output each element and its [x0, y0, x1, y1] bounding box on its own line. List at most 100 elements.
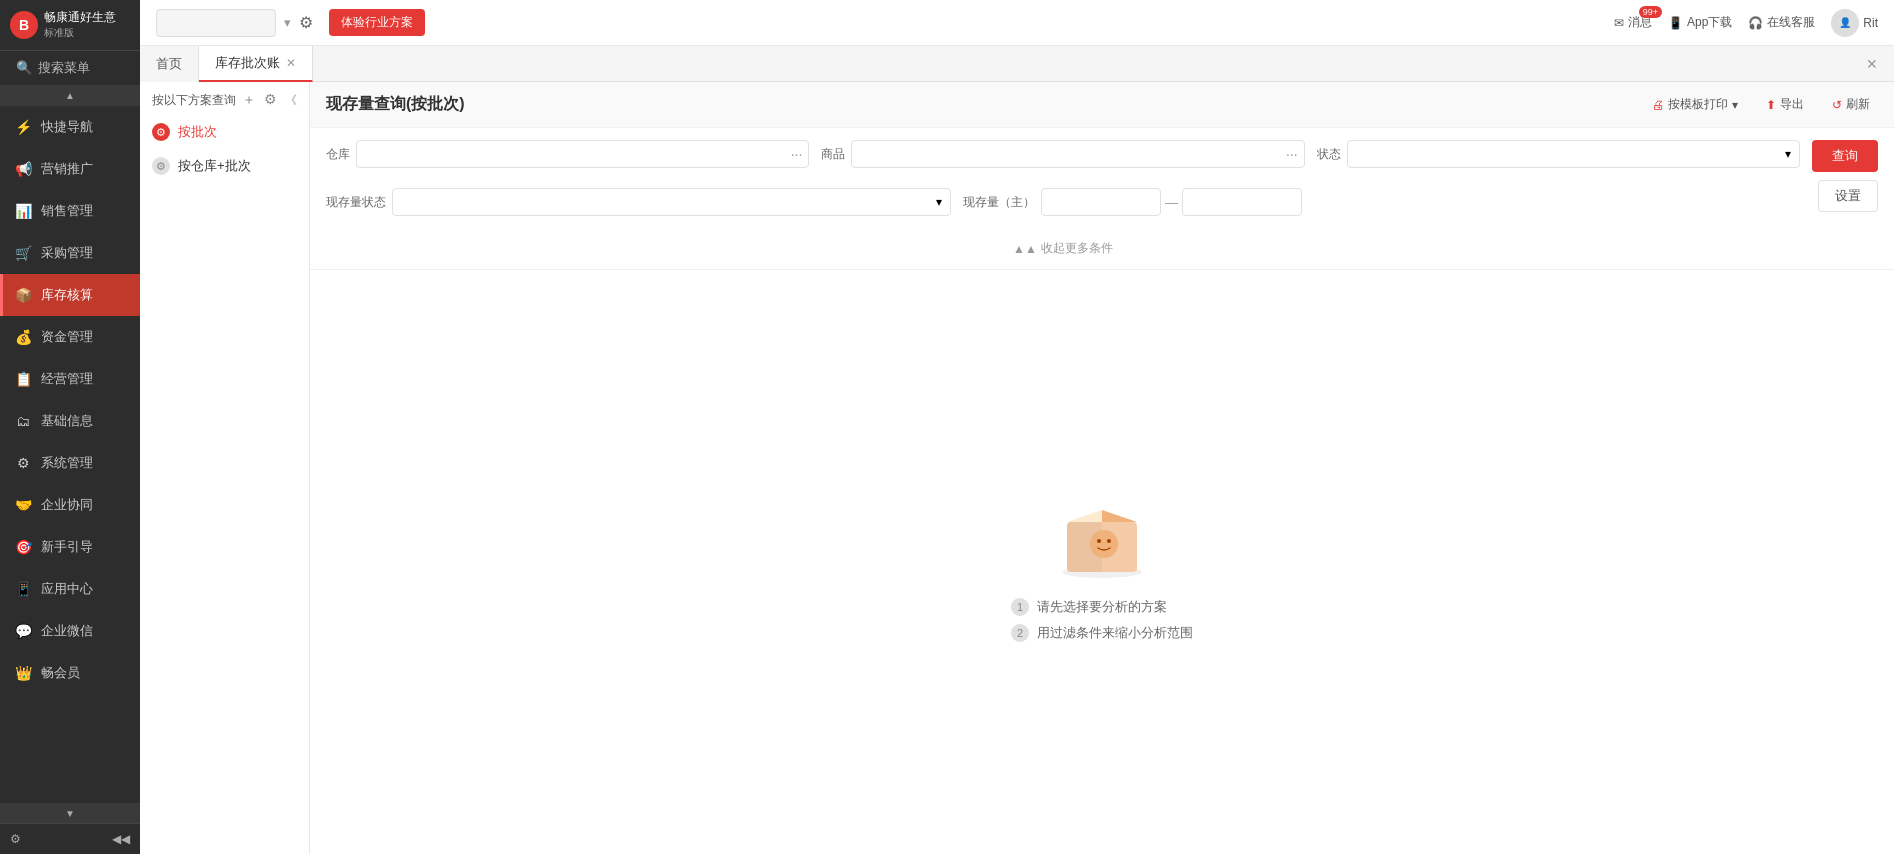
online-support-btn[interactable]: 🎧 在线客服 [1748, 14, 1815, 31]
sidebar-item-inventory[interactable]: 📦 库存核算 [0, 274, 140, 316]
tab-close-btn[interactable]: ✕ [286, 57, 296, 69]
export-icon: ⬆ [1766, 98, 1776, 112]
filter-panel-header: 按以下方案查询 ＋ ⚙ 《 [140, 82, 309, 115]
topbar-search-input[interactable] [156, 9, 276, 37]
svg-point-7 [1107, 539, 1111, 543]
sidebar-item-sales[interactable]: 📊 销售管理 [0, 190, 140, 232]
settings-button[interactable]: 设置 [1818, 180, 1878, 212]
scheme-warehouse-batch-icon: ⚙ [152, 157, 170, 175]
trial-btn[interactable]: 体验行业方案 [329, 9, 425, 36]
topbar-search-area: ▾ ⚙ 体验行业方案 [156, 9, 1614, 37]
filter-scheme-warehouse-batch[interactable]: ⚙ 按仓库+批次 [140, 149, 309, 183]
inventory-status-arrow: ▾ [936, 195, 942, 209]
add-scheme-btn[interactable]: ＋ [242, 92, 256, 109]
inventory-amount-from[interactable] [1041, 188, 1161, 216]
collapse-row: ▲▲ 收起更多条件 [326, 240, 1800, 257]
user-profile-btn[interactable]: 👤 Rit [1831, 9, 1878, 37]
sidebar-item-enterprise[interactable]: 🤝 企业协同 [0, 484, 140, 526]
app-center-icon: 📱 [13, 579, 33, 599]
svg-marker-3 [1102, 510, 1137, 522]
sidebar-scroll-up[interactable]: ▲ [0, 86, 140, 106]
query-form: 仓库 ··· 商品 ··· [310, 128, 1894, 270]
finance-icon: 💰 [13, 327, 33, 347]
warehouse-more-btn[interactable]: ··· [785, 146, 809, 162]
sidebar-item-member[interactable]: 👑 畅会员 [0, 652, 140, 694]
company-name: 畅康通好生意 [44, 10, 116, 26]
query-row-1: 仓库 ··· 商品 ··· [326, 140, 1800, 168]
filter-panel: 按以下方案查询 ＋ ⚙ 《 ⚙ 按批次 ⚙ 按仓库+批次 [140, 82, 310, 854]
step-1-text: 请先选择要分析的方案 [1037, 598, 1167, 616]
export-label: 导出 [1780, 96, 1804, 113]
sidebar-scroll-down[interactable]: ▼ [0, 803, 140, 823]
search-icon: 🔍 [16, 60, 32, 75]
inventory-amount-label: 现存量（主） [963, 194, 1035, 211]
quick-nav-icon: ⚡ [13, 117, 33, 137]
product-input[interactable] [852, 147, 1280, 161]
inventory-amount-to[interactable] [1182, 188, 1302, 216]
sidebar-item-quick-nav[interactable]: ⚡ 快捷导航 [0, 106, 140, 148]
inventory-icon: 📦 [13, 285, 33, 305]
message-btn[interactable]: ✉ 消息 99+ [1614, 14, 1652, 31]
content-area: 按以下方案查询 ＋ ⚙ 《 ⚙ 按批次 ⚙ 按仓库+批次 现存量查询(按批次) [140, 82, 1894, 854]
status-select[interactable]: ▾ [1347, 140, 1800, 168]
sidebar-item-purchase[interactable]: 🛒 采购管理 [0, 232, 140, 274]
filter-scheme-warehouse-batch-label: 按仓库+批次 [178, 157, 251, 175]
sidebar-item-label: 营销推广 [41, 160, 93, 178]
sidebar-item-new-guide[interactable]: 🎯 新手引导 [0, 526, 140, 568]
app-download-label: App下载 [1687, 14, 1732, 31]
step-2-number: 2 [1011, 624, 1029, 642]
avatar: 👤 [1831, 9, 1859, 37]
sales-icon: 📊 [13, 201, 33, 221]
sidebar-item-finance[interactable]: 💰 资金管理 [0, 316, 140, 358]
sidebar-item-system[interactable]: ⚙ 系统管理 [0, 442, 140, 484]
filter-panel-actions: ＋ ⚙ 《 [242, 92, 297, 109]
tab-home[interactable]: 首页 [140, 46, 199, 82]
print-icon: 🖨 [1652, 98, 1664, 112]
collapse-sidebar-btn[interactable]: ◀◀ [112, 832, 130, 846]
settings-footer-btn[interactable]: ⚙ [10, 832, 21, 846]
sidebar-item-operations[interactable]: 📋 经营管理 [0, 358, 140, 400]
product-more-btn[interactable]: ··· [1280, 146, 1304, 162]
empty-state: 1 请先选择要分析的方案 2 用过滤条件来缩小分析范围 [310, 270, 1894, 854]
sidebar-item-label: 应用中心 [41, 580, 93, 598]
template-print-btn[interactable]: 🖨 按模板打印 ▾ [1644, 92, 1746, 117]
warehouse-input[interactable] [357, 147, 785, 161]
username-label: Rit [1863, 16, 1878, 30]
topbar-gear-icon[interactable]: ⚙ [299, 13, 313, 32]
svg-point-6 [1097, 539, 1101, 543]
app-download-btn[interactable]: 📱 App下载 [1668, 14, 1732, 31]
topbar-arrow-icon[interactable]: ▾ [284, 15, 291, 30]
print-arrow-icon: ▾ [1732, 98, 1738, 112]
enterprise-icon: 🤝 [13, 495, 33, 515]
marketing-icon: 📢 [13, 159, 33, 179]
export-btn[interactable]: ⬆ 导出 [1758, 92, 1812, 117]
search-menu-item[interactable]: 🔍 搜索菜单 [0, 51, 140, 86]
step-2-text: 用过滤条件来缩小分析范围 [1037, 624, 1193, 642]
sidebar-item-marketing[interactable]: 📢 营销推广 [0, 148, 140, 190]
filter-panel-title: 按以下方案查询 [152, 92, 236, 109]
warehouse-field: 仓库 ··· [326, 140, 809, 168]
status-field: 状态 ▾ [1317, 140, 1800, 168]
collapse-filter-btn[interactable]: 《 [285, 92, 297, 109]
sidebar-item-label: 畅会员 [41, 664, 80, 682]
collapse-conditions-btn[interactable]: ▲▲ 收起更多条件 [1013, 240, 1113, 257]
settings-footer-icon: ⚙ [10, 832, 21, 846]
sidebar-item-app-center[interactable]: 📱 应用中心 [0, 568, 140, 610]
sidebar-item-label: 库存核算 [41, 286, 93, 304]
template-print-label: 按模板打印 [1668, 96, 1728, 113]
tab-bar-close-btn[interactable]: ✕ [1850, 56, 1894, 72]
tab-inventory-batch[interactable]: 库存批次账 ✕ [199, 46, 313, 82]
topbar: ▾ ⚙ 体验行业方案 ✉ 消息 99+ 📱 App下载 🎧 在线客服 👤 Rit [140, 0, 1894, 46]
inventory-amount-separator: — [1165, 195, 1178, 210]
sidebar-item-label: 新手引导 [41, 538, 93, 556]
sidebar-item-base-info[interactable]: 🗂 基础信息 [0, 400, 140, 442]
main-area: ▾ ⚙ 体验行业方案 ✉ 消息 99+ 📱 App下载 🎧 在线客服 👤 Rit [140, 0, 1894, 854]
sidebar-item-enterprise-wechat[interactable]: 💬 企业微信 [0, 610, 140, 652]
app-logo: B [10, 11, 38, 39]
app-download-icon: 📱 [1668, 16, 1683, 30]
inventory-status-select[interactable]: ▾ [392, 188, 951, 216]
refresh-btn[interactable]: ↺ 刷新 [1824, 92, 1878, 117]
query-button[interactable]: 查询 [1812, 140, 1878, 172]
filter-scheme-batch[interactable]: ⚙ 按批次 [140, 115, 309, 149]
settings-scheme-btn[interactable]: ⚙ [264, 92, 277, 109]
